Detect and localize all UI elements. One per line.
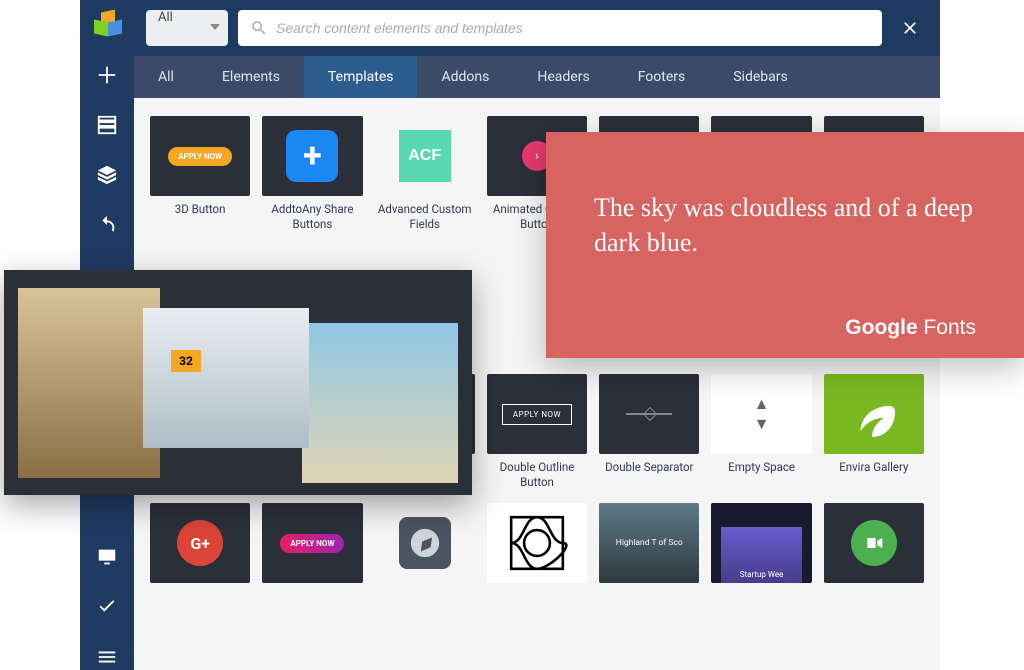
chevron-down-icon [210,24,220,30]
category-tabs: All Elements Templates Addons Headers Fo… [134,56,940,98]
card-highland[interactable]: Highland T of Sco [599,503,699,617]
card-gravity[interactable] [375,503,475,617]
card-addtoany[interactable]: + AddtoAny Share Buttons [262,116,362,231]
card-double-separator[interactable]: Double Separator [599,374,699,489]
top-bar: All [134,0,940,56]
card-label: Advanced Custom Fields [375,202,475,231]
google-fonts-logo: Google Fonts [845,316,976,340]
filter-select[interactable]: All [146,10,228,46]
layers-icon[interactable] [94,162,120,188]
gfonts-sample-text: The sky was cloudless and of a deep dark… [594,190,976,260]
image-carousel-overlay [4,270,472,495]
google-plus-icon: G+ [177,520,223,566]
gravity-icon [399,517,451,569]
menu-icon[interactable] [94,644,120,670]
leaf-icon [824,374,924,454]
tab-elements[interactable]: Elements [198,56,304,98]
search-input[interactable] [276,20,870,36]
card-ornate[interactable] [487,503,587,617]
ornate-icon [487,503,587,583]
card-video[interactable] [824,503,924,617]
highland-preview: Highland T of Sco [599,503,699,583]
startup-preview: Startup Wee [721,570,801,579]
google-fonts-overlay: The sky was cloudless and of a deep dark… [546,132,1024,358]
card-gplus[interactable]: G+ [150,503,250,617]
undo-icon[interactable] [94,212,120,238]
separator-icon [626,413,672,415]
card-3d-button[interactable]: APPLY NOW 3D Button [150,116,250,231]
3d-button-preview: APPLY NOW [168,147,232,166]
carousel-image-3[interactable] [302,323,458,483]
card-label: AddtoAny Share Buttons [262,202,362,231]
carousel-image-1[interactable] [18,288,160,478]
card-startup[interactable]: Startup Wee [711,503,811,617]
add-icon[interactable] [94,62,120,88]
card-envira[interactable]: Envira Gallery [824,374,924,489]
search-icon [250,19,268,37]
card-label: Empty Space [728,460,795,488]
acf-logo-icon: ACF [399,130,451,182]
plus-icon: + [286,130,338,182]
tab-footers[interactable]: Footers [614,56,710,98]
card-empty-space[interactable]: ▲▼ Empty Space [711,374,811,489]
logo-icon[interactable] [94,12,120,38]
tab-headers[interactable]: Headers [513,56,613,98]
card-double-outline[interactable]: APPLY NOW Double Outline Button [487,374,587,489]
tab-templates[interactable]: Templates [304,56,418,98]
button-preview: APPLY NOW [280,534,344,553]
card-label: 3D Button [175,202,226,230]
template-icon[interactable] [94,112,120,138]
filter-value: All [158,10,173,25]
card-acf[interactable]: ACF Advanced Custom Fields [375,116,475,231]
tab-all[interactable]: All [134,56,198,98]
tab-sidebars[interactable]: Sidebars [709,56,811,98]
carousel-image-2[interactable] [143,308,309,448]
card-gradient-btn[interactable]: APPLY NOW [262,503,362,617]
close-button[interactable] [892,10,928,46]
card-label: Double Outline Button [487,460,587,489]
close-icon [900,18,920,38]
tab-addons[interactable]: Addons [417,56,513,98]
card-label: Double Separator [605,460,693,488]
button-preview: APPLY NOW [502,404,572,425]
desktop-view-icon[interactable] [94,544,120,570]
search-box[interactable] [238,10,882,46]
publish-icon[interactable] [94,594,120,620]
expand-icon: ▲▼ [754,394,770,434]
video-icon [851,520,897,566]
card-label: Envira Gallery [839,460,908,488]
